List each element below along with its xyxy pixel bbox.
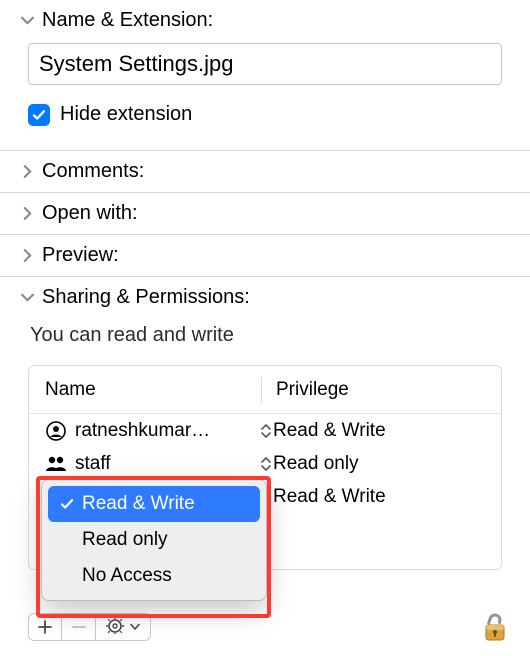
section-header-name-extension[interactable]: Name & Extension: (0, 0, 530, 41)
user-icon (45, 420, 67, 442)
popup-item-label: Read & Write (82, 493, 195, 515)
action-menu-button[interactable] (96, 613, 151, 641)
table-row[interactable]: ratneshkumar… Read & Write (29, 414, 501, 447)
section-title: Name & Extension: (42, 9, 213, 32)
privilege-select[interactable]: Read only (261, 453, 501, 475)
section-header-preview[interactable]: Preview: (0, 235, 530, 276)
chevron-right-icon (18, 249, 36, 262)
chevron-right-icon (18, 165, 36, 178)
row-privilege: Read & Write (273, 486, 386, 508)
row-name: ratneshkumar… (75, 420, 210, 442)
stepper-icon (261, 456, 271, 472)
row-privilege: Read only (273, 453, 359, 475)
group-icon (45, 453, 67, 475)
section-header-comments[interactable]: Comments: (0, 151, 530, 192)
popup-item-label: Read only (82, 529, 168, 551)
chevron-right-icon (18, 207, 36, 220)
section-title: Open with: (42, 202, 138, 225)
row-privilege: Read & Write (273, 420, 386, 442)
add-button[interactable] (28, 613, 62, 641)
privilege-select[interactable]: Read & Write (261, 420, 501, 442)
privilege-popup-menu: Read & Write Read only No Access (41, 479, 267, 601)
popup-item-no-access[interactable]: No Access (48, 558, 260, 594)
column-header-name[interactable]: Name (29, 379, 261, 401)
table-row[interactable]: staff Read only (29, 447, 501, 480)
chevron-down-icon (18, 291, 36, 304)
chevron-down-icon (130, 623, 140, 631)
section-title: Sharing & Permissions: (42, 286, 250, 309)
stepper-icon (261, 423, 271, 439)
row-name: staff (75, 453, 111, 475)
section-name-extension: Name & Extension: Hide extension (0, 0, 530, 151)
permission-status: You can read and write (30, 324, 502, 347)
permissions-table-header: Name Privilege (29, 366, 501, 414)
permissions-toolbar (28, 613, 151, 641)
filename-input[interactable] (28, 43, 502, 85)
popup-item-read-only[interactable]: Read only (48, 522, 260, 558)
section-title: Preview: (42, 244, 119, 267)
section-title: Comments: (42, 160, 144, 183)
chevron-down-icon (18, 14, 36, 27)
section-preview: Preview: (0, 234, 530, 277)
hide-extension-label: Hide extension (60, 103, 192, 126)
hide-extension-checkbox[interactable] (28, 104, 50, 126)
popup-item-read-write[interactable]: Read & Write (48, 486, 260, 522)
popup-item-label: No Access (82, 565, 172, 587)
privilege-select[interactable]: Read & Write (261, 486, 501, 508)
section-open-with: Open with: (0, 192, 530, 235)
remove-button[interactable] (62, 613, 96, 641)
column-header-privilege[interactable]: Privilege (262, 379, 501, 401)
section-comments: Comments: (0, 150, 530, 193)
section-header-sharing[interactable]: Sharing & Permissions: (0, 277, 530, 318)
action-icon (106, 616, 126, 639)
section-header-open-with[interactable]: Open with: (0, 193, 530, 234)
lock-icon[interactable] (482, 611, 508, 643)
check-icon (58, 497, 76, 511)
